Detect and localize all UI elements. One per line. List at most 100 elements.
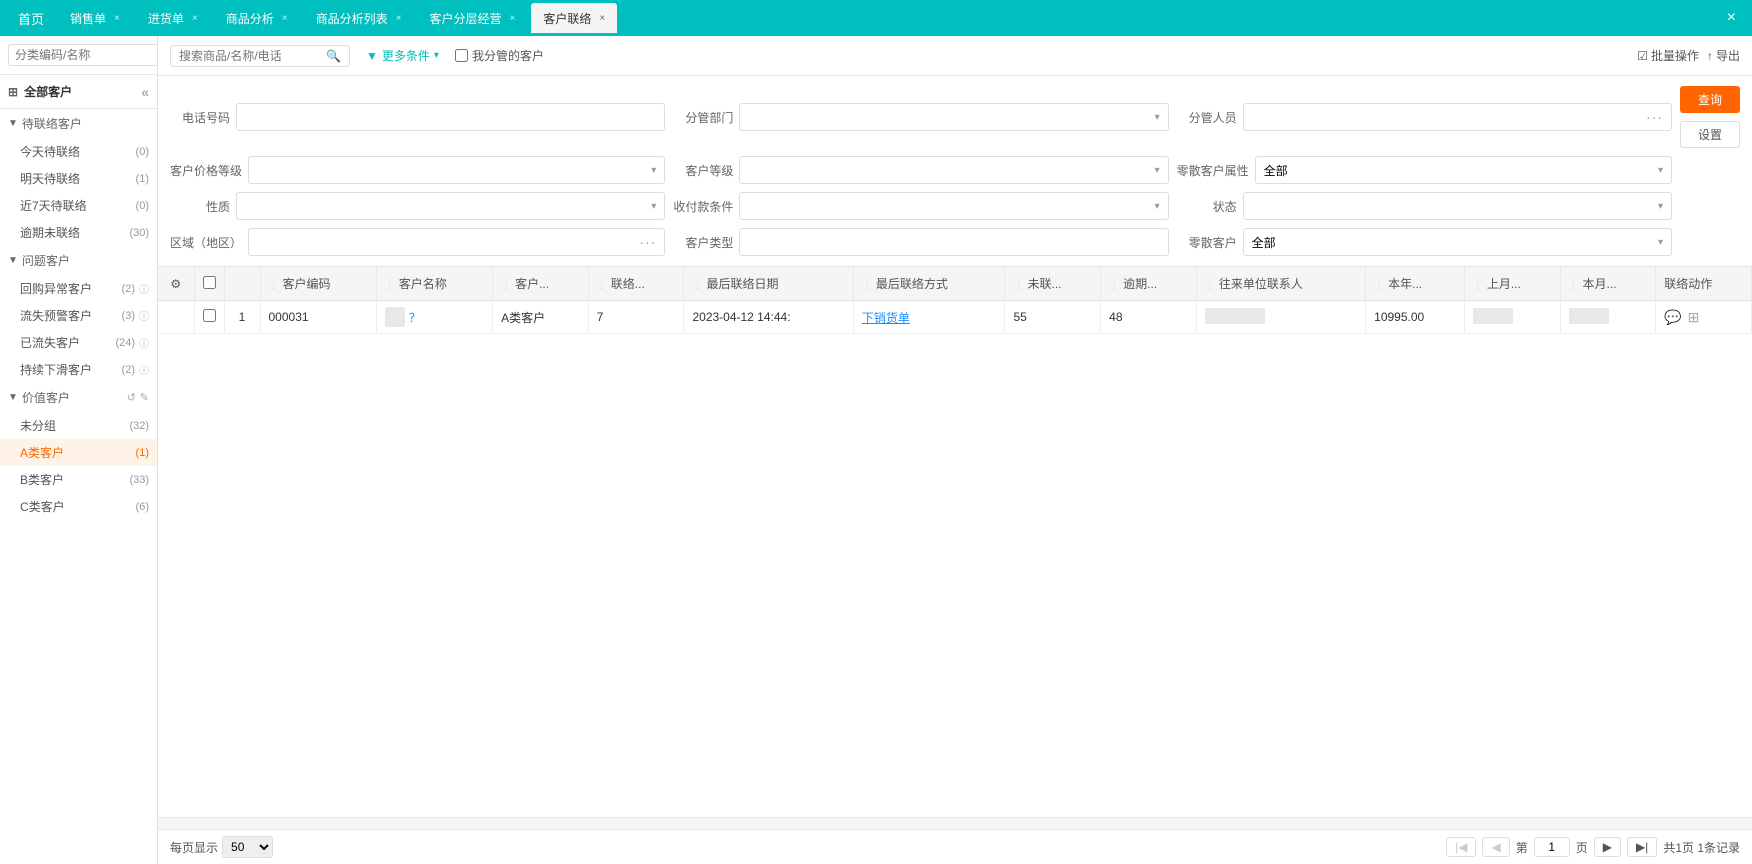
filter-status-select[interactable]: ▾: [1243, 192, 1672, 220]
filter-region-select[interactable]: ···: [248, 228, 665, 256]
filter-nature-select[interactable]: ▾: [236, 192, 665, 220]
message-icon[interactable]: 💬: [1664, 309, 1681, 326]
per-page-select[interactable]: 50 100 200: [222, 836, 273, 858]
sidebar-item-class-a[interactable]: A类客户 (1): [0, 439, 157, 466]
col-customer-level-col[interactable]: ⋮客户...: [493, 267, 589, 301]
my-customers-checkbox-container[interactable]: 我分管的客户: [455, 47, 544, 64]
customer-name-text[interactable]: ？: [409, 309, 421, 326]
nav-tab-sales[interactable]: 销售单 ×: [58, 3, 132, 33]
col-num: [224, 267, 260, 301]
nav-tab-customer-contact[interactable]: 客户联络 ×: [531, 3, 617, 33]
prev-page-button[interactable]: ◀: [1482, 837, 1509, 857]
first-page-button[interactable]: |◀: [1446, 837, 1476, 857]
sidebar-item-overdue[interactable]: 逾期未联络 (30): [0, 219, 157, 246]
col-unlisted[interactable]: ⋮未联...: [1005, 267, 1101, 301]
sidebar-item-churned[interactable]: 已流失客户 (24) ⓘ: [0, 329, 157, 356]
top-navigation: 首页 销售单 × 进货单 × 商品分析 × 商品分析列表 × 客户分层经营 × …: [0, 0, 1752, 36]
nav-tab-analysis-close[interactable]: ×: [282, 13, 288, 24]
filter-dept-select[interactable]: ▾: [739, 103, 1168, 131]
filter-retail-select[interactable]: 全部 ▾: [1243, 228, 1672, 256]
chevron-icon7: ▾: [1658, 201, 1663, 212]
col-last-month[interactable]: ⋮上月...: [1464, 267, 1560, 301]
col-contact-person[interactable]: ⋮往来单位联系人: [1196, 267, 1365, 301]
col-checkbox[interactable]: [194, 267, 224, 301]
row-last-month-cell: [1464, 301, 1560, 334]
nav-tab-sales-close[interactable]: ×: [114, 13, 120, 24]
value-section-label: 价值客户: [22, 389, 70, 406]
toolbar-search-icon[interactable]: 🔍: [326, 49, 341, 63]
row-checkbox[interactable]: [203, 309, 216, 322]
info-icon1[interactable]: ⓘ: [139, 281, 149, 296]
sidebar-section-pending[interactable]: ▼ 待联络客户: [0, 109, 157, 138]
info-icon3[interactable]: ⓘ: [139, 335, 149, 350]
sidebar-item-class-c[interactable]: C类客户 (6): [0, 493, 157, 520]
filter-person-select[interactable]: ···: [1243, 103, 1672, 131]
qr-icon[interactable]: ⊞: [1688, 309, 1700, 326]
nav-tab-purchase[interactable]: 进货单 ×: [136, 3, 210, 33]
col-contact-count[interactable]: ⋮联络...: [588, 267, 684, 301]
refresh-icon[interactable]: ↺: [127, 391, 136, 404]
top-close-button[interactable]: ×: [1719, 9, 1744, 27]
next-page-button[interactable]: ▶: [1594, 837, 1621, 857]
info-icon2[interactable]: ⓘ: [139, 308, 149, 323]
sidebar-item-declining[interactable]: 持续下滑客户 (2) ⓘ: [0, 356, 157, 383]
last-page-button[interactable]: ▶|: [1627, 837, 1657, 857]
col-this-year[interactable]: ⋮本年...: [1366, 267, 1465, 301]
sidebar-item-today[interactable]: 今天待联络 (0): [0, 138, 157, 165]
sidebar-all-customers[interactable]: ⊞ 全部客户 «: [0, 75, 157, 109]
col-last-contact-date[interactable]: ⋮最后联络日期: [684, 267, 853, 301]
unclassified-label: 未分组: [20, 417, 56, 434]
horizontal-scrollbar[interactable]: [158, 817, 1752, 829]
col-settings[interactable]: ⚙: [158, 267, 194, 301]
settings-button[interactable]: 设置: [1680, 121, 1740, 148]
filter-phone-input[interactable]: [236, 103, 665, 131]
class-b-label: B类客户: [20, 471, 64, 488]
row-last-method-cell[interactable]: 下销货单: [853, 301, 1005, 334]
nav-home[interactable]: 首页: [8, 5, 54, 32]
toolbar: 🔍 ▼ 更多条件 ▾ 我分管的客户 ☑ 批量操作 ↑ 导: [158, 36, 1752, 76]
arrow-down-icon3: ▼: [8, 392, 18, 403]
gear-icon[interactable]: ⚙: [170, 277, 181, 291]
filter-retail-attr-select[interactable]: 全部 ▾: [1255, 156, 1672, 184]
nav-tab-analysis-list[interactable]: 商品分析列表 ×: [304, 3, 414, 33]
filter-customer-level-select[interactable]: ▾: [739, 156, 1168, 184]
edit-icon[interactable]: ✎: [140, 391, 149, 404]
filter-customer-type-label: 客户类型: [673, 234, 733, 251]
sidebar-collapse-icon[interactable]: «: [141, 84, 149, 100]
nav-tab-analysis[interactable]: 商品分析 ×: [214, 3, 300, 33]
nav-tab-customer-tier-close[interactable]: ×: [509, 13, 515, 24]
contact-method-link[interactable]: 下销货单: [862, 311, 910, 325]
select-all-checkbox[interactable]: [203, 276, 216, 289]
col-last-contact-method[interactable]: ⋮最后联络方式: [853, 267, 1005, 301]
filter-price-level-select[interactable]: ▾: [248, 156, 665, 184]
toolbar-search-input[interactable]: [179, 49, 326, 63]
nav-tab-customer-contact-close[interactable]: ×: [599, 13, 605, 24]
info-icon4[interactable]: ⓘ: [139, 362, 149, 377]
sidebar-item-class-b[interactable]: B类客户 (33): [0, 466, 157, 493]
export-button[interactable]: ↑ 导出: [1707, 47, 1740, 64]
page-number-input[interactable]: [1534, 837, 1570, 857]
nav-tab-purchase-close[interactable]: ×: [192, 13, 198, 24]
query-button[interactable]: 查询: [1680, 86, 1740, 113]
col-customer-code[interactable]: ⋮客户编码: [260, 267, 376, 301]
filter-customer-type-input[interactable]: [739, 228, 1168, 256]
sidebar-section-value[interactable]: ▼ 价值客户 ↺ ✎: [0, 383, 157, 412]
row-checkbox-cell[interactable]: [194, 301, 224, 334]
sidebar-item-abnormal[interactable]: 回购异常客户 (2) ⓘ: [0, 275, 157, 302]
sidebar-search-area: 🔍: [0, 36, 157, 75]
nav-tab-customer-tier[interactable]: 客户分层经营 ×: [417, 3, 527, 33]
my-customers-checkbox[interactable]: [455, 49, 468, 62]
more-filter-button[interactable]: ▼ 更多条件 ▾: [358, 44, 447, 67]
filter-payment-select[interactable]: ▾: [739, 192, 1168, 220]
col-overdue[interactable]: ⋮逾期...: [1101, 267, 1197, 301]
col-customer-name[interactable]: ⋮客户名称: [376, 267, 492, 301]
nav-tab-analysis-list-close[interactable]: ×: [396, 13, 402, 24]
sidebar-item-churn-warning[interactable]: 流失预警客户 (3) ⓘ: [0, 302, 157, 329]
col-this-month[interactable]: ⋮本月...: [1560, 267, 1656, 301]
sidebar-item-unclassified[interactable]: 未分组 (32): [0, 412, 157, 439]
sidebar-item-7days[interactable]: 近7天待联络 (0): [0, 192, 157, 219]
batch-operation-button[interactable]: ☑ 批量操作: [1637, 47, 1699, 64]
sidebar-search-input[interactable]: [8, 44, 158, 66]
sidebar-section-problem[interactable]: ▼ 问题客户: [0, 246, 157, 275]
sidebar-item-tomorrow[interactable]: 明天待联络 (1): [0, 165, 157, 192]
